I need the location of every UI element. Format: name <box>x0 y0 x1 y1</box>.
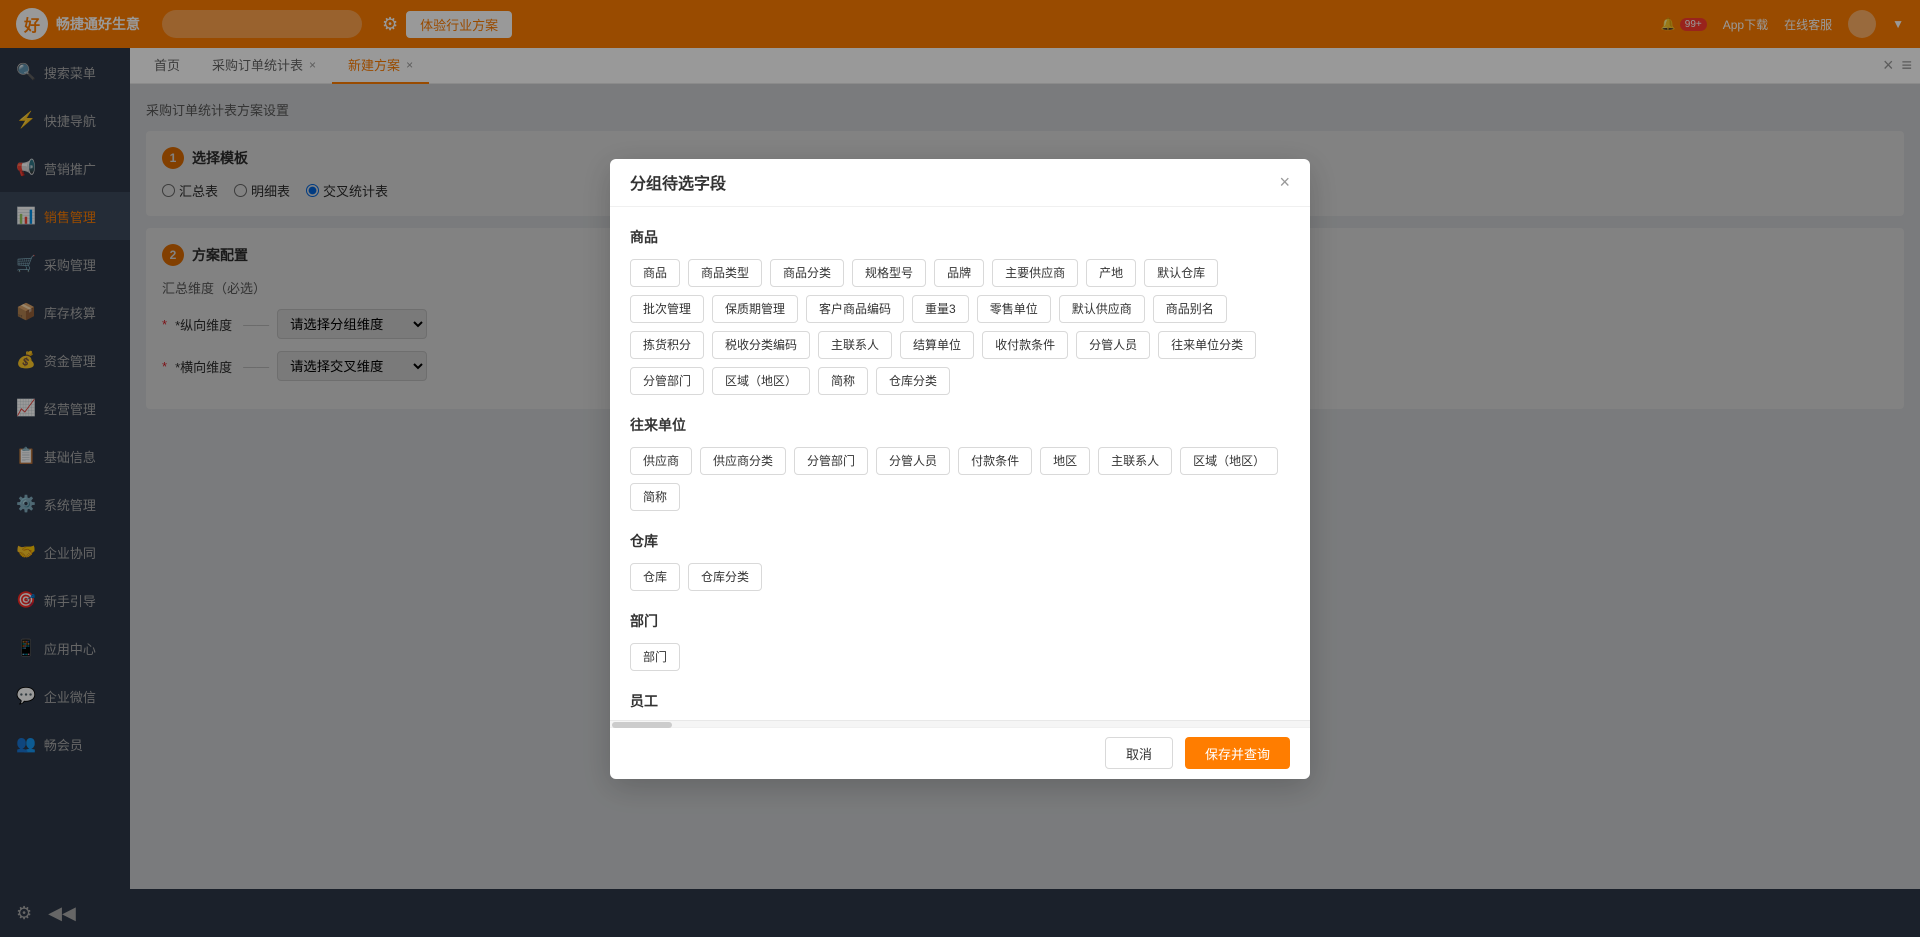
section-dept: 部门 部门 <box>630 611 1290 671</box>
tag-from-unit-cat[interactable]: 往来单位分类 <box>1158 331 1256 359</box>
tag-shelf-life[interactable]: 保质期管理 <box>712 295 798 323</box>
tag-tax-code[interactable]: 税收分类编码 <box>712 331 810 359</box>
tag-payment-terms[interactable]: 收付款条件 <box>982 331 1068 359</box>
tag-wh-cat[interactable]: 仓库分类 <box>688 563 762 591</box>
tag-main-contact2[interactable]: 主联系人 <box>1098 447 1172 475</box>
tag-wh[interactable]: 仓库 <box>630 563 680 591</box>
dialog-title: 分组待选字段 <box>630 170 726 194</box>
tag-warehouse-cat[interactable]: 仓库分类 <box>876 367 950 395</box>
tag-supplier[interactable]: 供应商 <box>630 447 692 475</box>
partner-tag-grid: 供应商 供应商分类 分管部门 分管人员 付款条件 地区 主联系人 区域（地区） … <box>630 447 1290 511</box>
tag-retail-unit[interactable]: 零售单位 <box>977 295 1051 323</box>
field-selection-dialog: 分组待选字段 × 商品 商品 商品类型 商品分类 规格型号 品牌 主要供应商 产… <box>610 159 1310 779</box>
section-product: 商品 商品 商品类型 商品分类 规格型号 品牌 主要供应商 产地 默认仓库 批次… <box>630 227 1290 395</box>
tag-spec-type[interactable]: 规格型号 <box>852 259 926 287</box>
dialog-body[interactable]: 商品 商品 商品类型 商品分类 规格型号 品牌 主要供应商 产地 默认仓库 批次… <box>610 207 1310 721</box>
tag-default-supplier[interactable]: 默认供应商 <box>1059 295 1145 323</box>
tag-supplier-cat[interactable]: 供应商分类 <box>700 447 786 475</box>
tag-dept-mgmt[interactable]: 分管部门 <box>630 367 704 395</box>
tag-customer-code[interactable]: 客户商品编码 <box>806 295 904 323</box>
dialog-scroll-x <box>610 720 1310 726</box>
tag-abbr2[interactable]: 简称 <box>630 483 680 511</box>
tag-weight3[interactable]: 重量3 <box>912 295 969 323</box>
section-warehouse-title: 仓库 <box>630 531 1290 551</box>
dialog-scroll-thumb <box>612 722 672 728</box>
tag-payment-cond[interactable]: 付款条件 <box>958 447 1032 475</box>
tag-product-type[interactable]: 商品类型 <box>688 259 762 287</box>
tag-dept-person[interactable]: 分管人员 <box>876 447 950 475</box>
tag-dept-tag[interactable]: 部门 <box>630 643 680 671</box>
tag-batch-mgmt[interactable]: 批次管理 <box>630 295 704 323</box>
tag-alias[interactable]: 商品别名 <box>1153 295 1227 323</box>
tag-area[interactable]: 地区 <box>1040 447 1090 475</box>
dialog-save-button[interactable]: 保存并查询 <box>1185 737 1290 769</box>
tag-main-contact[interactable]: 主联系人 <box>818 331 892 359</box>
section-product-title: 商品 <box>630 227 1290 247</box>
tag-default-warehouse[interactable]: 默认仓库 <box>1144 259 1218 287</box>
tag-manager[interactable]: 分管人员 <box>1076 331 1150 359</box>
tag-product-category[interactable]: 商品分类 <box>770 259 844 287</box>
section-staff: 员工 业务员 <box>630 691 1290 721</box>
tag-brand[interactable]: 品牌 <box>934 259 984 287</box>
section-warehouse: 仓库 仓库 仓库分类 <box>630 531 1290 591</box>
dialog-header: 分组待选字段 × <box>610 159 1310 207</box>
tag-dept[interactable]: 分管部门 <box>794 447 868 475</box>
dialog-close-button[interactable]: × <box>1279 173 1290 191</box>
tag-origin[interactable]: 产地 <box>1086 259 1136 287</box>
tag-main-supplier[interactable]: 主要供应商 <box>992 259 1078 287</box>
warehouse-tag-grid: 仓库 仓库分类 <box>630 563 1290 591</box>
tag-region[interactable]: 区域（地区） <box>712 367 810 395</box>
section-partner-title: 往来单位 <box>630 415 1290 435</box>
section-dept-title: 部门 <box>630 611 1290 631</box>
tag-region2[interactable]: 区域（地区） <box>1180 447 1278 475</box>
tag-abbr[interactable]: 简称 <box>818 367 868 395</box>
tag-settle-unit[interactable]: 结算单位 <box>900 331 974 359</box>
dept-tag-grid: 部门 <box>630 643 1290 671</box>
dialog-cancel-button[interactable]: 取消 <box>1105 737 1173 769</box>
dialog-overlay: 分组待选字段 × 商品 商品 商品类型 商品分类 规格型号 品牌 主要供应商 产… <box>0 0 1920 937</box>
section-partner: 往来单位 供应商 供应商分类 分管部门 分管人员 付款条件 地区 主联系人 区域… <box>630 415 1290 511</box>
tag-pick-score[interactable]: 拣货积分 <box>630 331 704 359</box>
product-tag-grid: 商品 商品类型 商品分类 规格型号 品牌 主要供应商 产地 默认仓库 批次管理 … <box>630 259 1290 395</box>
section-staff-title: 员工 <box>630 691 1290 711</box>
dialog-footer: 取消 保存并查询 <box>610 727 1310 779</box>
tag-product[interactable]: 商品 <box>630 259 680 287</box>
